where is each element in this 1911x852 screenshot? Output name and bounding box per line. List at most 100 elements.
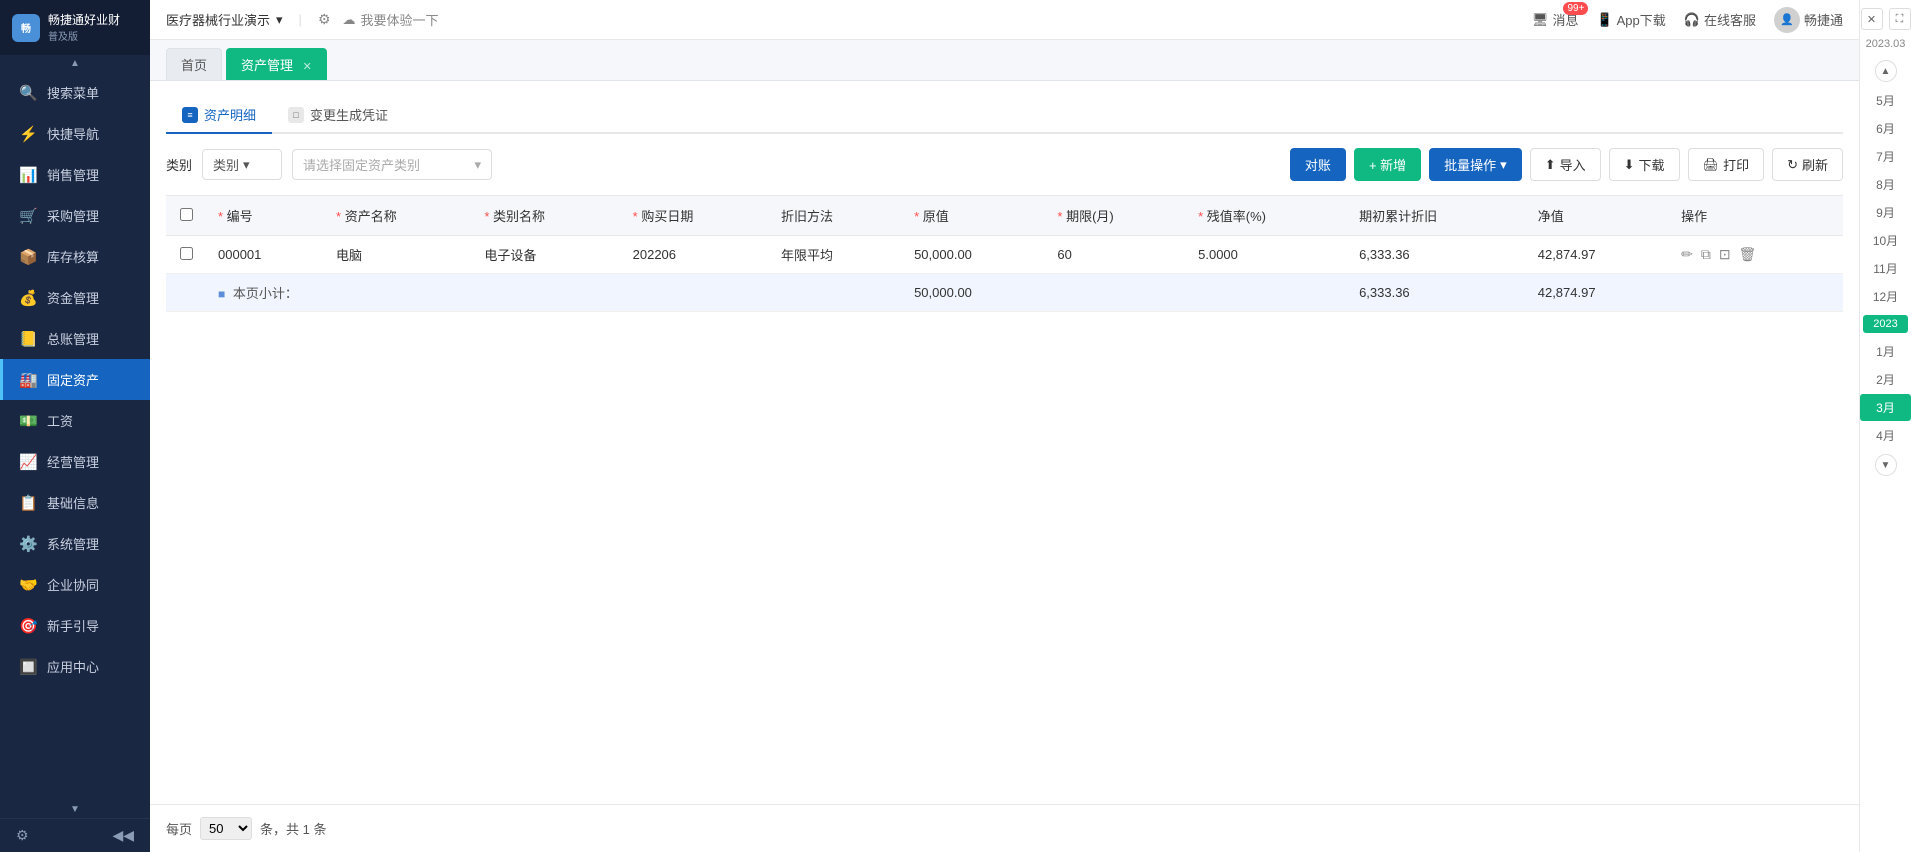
main-area: 医疗器械行业演示 ▾ | ⚙ ☁ 我要体验一下 🖥 消息 99+ 📱 App下载… bbox=[150, 0, 1859, 852]
print-button[interactable]: 🖨 打印 bbox=[1688, 148, 1765, 181]
timeline-month-2[interactable]: 2月 bbox=[1860, 366, 1911, 393]
timeline-scroll-up[interactable]: ▲ bbox=[1875, 60, 1897, 82]
sidebar-item-label: 企业协同 bbox=[47, 575, 99, 594]
reconcile-button[interactable]: 对账 bbox=[1290, 148, 1346, 181]
tab-home[interactable]: 首页 bbox=[166, 48, 222, 80]
tab-close-icon[interactable]: ✕ bbox=[303, 61, 312, 73]
tab-asset-management[interactable]: 资产管理 ✕ bbox=[226, 48, 327, 80]
timeline-scroll-down[interactable]: ▼ bbox=[1875, 454, 1897, 476]
sidebar-item-sales[interactable]: 📊 销售管理 bbox=[0, 154, 150, 195]
sidebar-scroll-down[interactable]: ▼ bbox=[0, 801, 150, 818]
page-size-select[interactable]: 10 20 50 100 bbox=[200, 817, 252, 840]
refresh-button[interactable]: ↻ 刷新 bbox=[1772, 148, 1843, 181]
sidebar-item-quick-nav[interactable]: ⚡ 快捷导航 bbox=[0, 113, 150, 154]
more-icon[interactable]: ⊡ bbox=[1719, 246, 1731, 263]
sidebar-scroll-up[interactable]: ▲ bbox=[0, 55, 150, 72]
sub-tab-voucher[interactable]: □ 变更生成凭证 bbox=[272, 97, 404, 134]
tab-asset-label: 资产管理 bbox=[241, 58, 293, 73]
sub-tab-asset-detail-label: 资产明细 bbox=[204, 105, 256, 124]
try-button[interactable]: ☁ 我要体验一下 bbox=[343, 10, 439, 29]
print-label: 打印 bbox=[1723, 155, 1749, 174]
batch-operations-button[interactable]: 批量操作 ▾ bbox=[1429, 148, 1522, 181]
timeline-month-11[interactable]: 11月 bbox=[1860, 255, 1911, 282]
funds-icon: 💰 bbox=[19, 289, 37, 307]
timeline: ▲ 5月 6月 7月 8月 9月 10月 11月 12月 2023 1月 2月 … bbox=[1860, 56, 1911, 480]
settings-icon[interactable]: ⚙ bbox=[16, 827, 29, 844]
timeline-month-6[interactable]: 6月 bbox=[1860, 115, 1911, 142]
year-label: 2023.03 bbox=[1866, 38, 1906, 50]
sidebar-item-purchase[interactable]: 🛒 采购管理 bbox=[0, 195, 150, 236]
row-checkbox[interactable] bbox=[180, 247, 193, 260]
sidebar-item-system[interactable]: ⚙️ 系统管理 bbox=[0, 523, 150, 564]
sidebar-item-enterprise[interactable]: 🤝 企业协同 bbox=[0, 564, 150, 605]
timeline-month-9[interactable]: 9月 bbox=[1860, 199, 1911, 226]
timeline-month-12[interactable]: 12月 bbox=[1860, 283, 1911, 310]
copy-icon[interactable]: ⧉ bbox=[1701, 246, 1711, 263]
sidebar-item-app-center[interactable]: 🔲 应用中心 bbox=[0, 646, 150, 687]
subtotal-accumulated-depreciation: 6,333.36 bbox=[1347, 274, 1526, 312]
sidebar-item-guide[interactable]: 🎯 新手引导 bbox=[0, 605, 150, 646]
timeline-year-marker[interactable]: 2023 bbox=[1863, 315, 1909, 333]
sidebar-item-search[interactable]: 🔍 搜索菜单 bbox=[0, 72, 150, 113]
sidebar-item-operations[interactable]: 📈 经营管理 bbox=[0, 441, 150, 482]
customer-service-button[interactable]: 🎧 在线客服 bbox=[1684, 10, 1756, 29]
message-button[interactable]: 🖥 消息 99+ bbox=[1532, 10, 1579, 29]
panel-close-button[interactable]: ✕ bbox=[1861, 8, 1883, 30]
timeline-month-1[interactable]: 1月 bbox=[1860, 338, 1911, 365]
sidebar-header: 畅 畅捷通好业财 普及版 bbox=[0, 0, 150, 55]
cell-period: 60 bbox=[1045, 236, 1186, 274]
timeline-month-4[interactable]: 4月 bbox=[1860, 422, 1911, 449]
sidebar-item-fixed-assets[interactable]: 🏭 固定资产 bbox=[0, 359, 150, 400]
mobile-icon: 📱 bbox=[1596, 12, 1612, 28]
sidebar-item-ledger[interactable]: 📒 总账管理 bbox=[0, 318, 150, 359]
import-button[interactable]: ⬆ 导入 bbox=[1530, 148, 1601, 181]
message-badge: 99+ bbox=[1563, 2, 1588, 15]
col-accumulated-depreciation: 期初累计折旧 bbox=[1347, 196, 1526, 236]
user-name: 畅捷通 bbox=[1804, 10, 1843, 29]
timeline-month-7[interactable]: 7月 bbox=[1860, 143, 1911, 170]
table-row: 000001 电脑 电子设备 202206 年限平均 50,000.00 60 … bbox=[166, 236, 1843, 274]
app-download-button[interactable]: 📱 App下载 bbox=[1596, 10, 1665, 29]
sidebar-item-label: 应用中心 bbox=[47, 657, 99, 676]
sub-tab-asset-detail[interactable]: ≡ 资产明细 bbox=[166, 97, 272, 134]
timeline-month-8[interactable]: 8月 bbox=[1860, 171, 1911, 198]
asset-detail-tab-icon: ≡ bbox=[182, 107, 198, 123]
delete-icon[interactable]: 🗑 bbox=[1739, 246, 1757, 263]
import-label: 导入 bbox=[1560, 155, 1586, 174]
select-all-checkbox[interactable] bbox=[180, 208, 193, 221]
timeline-month-3-current[interactable]: 3月 bbox=[1860, 394, 1911, 421]
sidebar-item-label: 新手引导 bbox=[47, 616, 99, 635]
import-icon: ⬆ bbox=[1545, 157, 1556, 173]
table-header-row: 编号 资产名称 类别名称 购买日期 折旧方法 原值 期限(月) 残值率(%) 期… bbox=[166, 196, 1843, 236]
timeline-month-10[interactable]: 10月 bbox=[1860, 227, 1911, 254]
print-icon: 🖨 bbox=[1703, 157, 1720, 173]
sidebar-nav: 🔍 搜索菜单 ⚡ 快捷导航 📊 销售管理 🛒 采购管理 📦 库存核算 💰 资金管… bbox=[0, 72, 150, 801]
subtotal-row: ■ 本页小计： 50,000.00 6,333.36 42,874.97 bbox=[166, 274, 1843, 312]
tab-home-label: 首页 bbox=[181, 58, 207, 73]
col-residual-rate: 残值率(%) bbox=[1186, 196, 1347, 236]
cell-net-value: 42,874.97 bbox=[1526, 236, 1669, 274]
company-selector[interactable]: 医疗器械行业演示 ▾ bbox=[166, 10, 283, 29]
sidebar-item-label: 资金管理 bbox=[47, 288, 99, 307]
sub-tab-voucher-label: 变更生成凭证 bbox=[310, 105, 388, 124]
edit-icon[interactable]: ✏ bbox=[1681, 246, 1693, 263]
page-size-label: 每页 bbox=[166, 819, 192, 838]
new-button[interactable]: + 新增 bbox=[1354, 148, 1421, 181]
download-button[interactable]: ⬇ 下载 bbox=[1609, 148, 1680, 181]
category-filter[interactable]: 类别 ▾ bbox=[202, 149, 282, 180]
timeline-month-5[interactable]: 5月 bbox=[1860, 87, 1911, 114]
sidebar-item-payroll[interactable]: 💵 工资 bbox=[0, 400, 150, 441]
subtotal-checkbox-cell bbox=[166, 274, 206, 312]
sidebar-item-inventory[interactable]: 📦 库存核算 bbox=[0, 236, 150, 277]
payroll-icon: 💵 bbox=[19, 412, 37, 430]
right-panel: ✕ ⛶ 2023.03 ▲ 5月 6月 7月 8月 9月 10月 11月 12月… bbox=[1859, 0, 1911, 852]
collapse-icon[interactable]: ◀◀ bbox=[112, 827, 134, 844]
company-gear-icon[interactable]: ⚙ bbox=[318, 11, 331, 28]
sidebar-item-funds[interactable]: 💰 资金管理 bbox=[0, 277, 150, 318]
asset-category-input[interactable]: 请选择固定资产类别 ▾ bbox=[292, 149, 492, 180]
user-menu[interactable]: 👤 畅捷通 bbox=[1774, 7, 1843, 33]
sidebar-item-basic-info[interactable]: 📋 基础信息 bbox=[0, 482, 150, 523]
panel-expand-button[interactable]: ⛶ bbox=[1889, 8, 1911, 30]
sidebar-item-label: 快捷导航 bbox=[47, 124, 99, 143]
toolbar-left: 类别 类别 ▾ 请选择固定资产类别 ▾ bbox=[166, 149, 1280, 180]
